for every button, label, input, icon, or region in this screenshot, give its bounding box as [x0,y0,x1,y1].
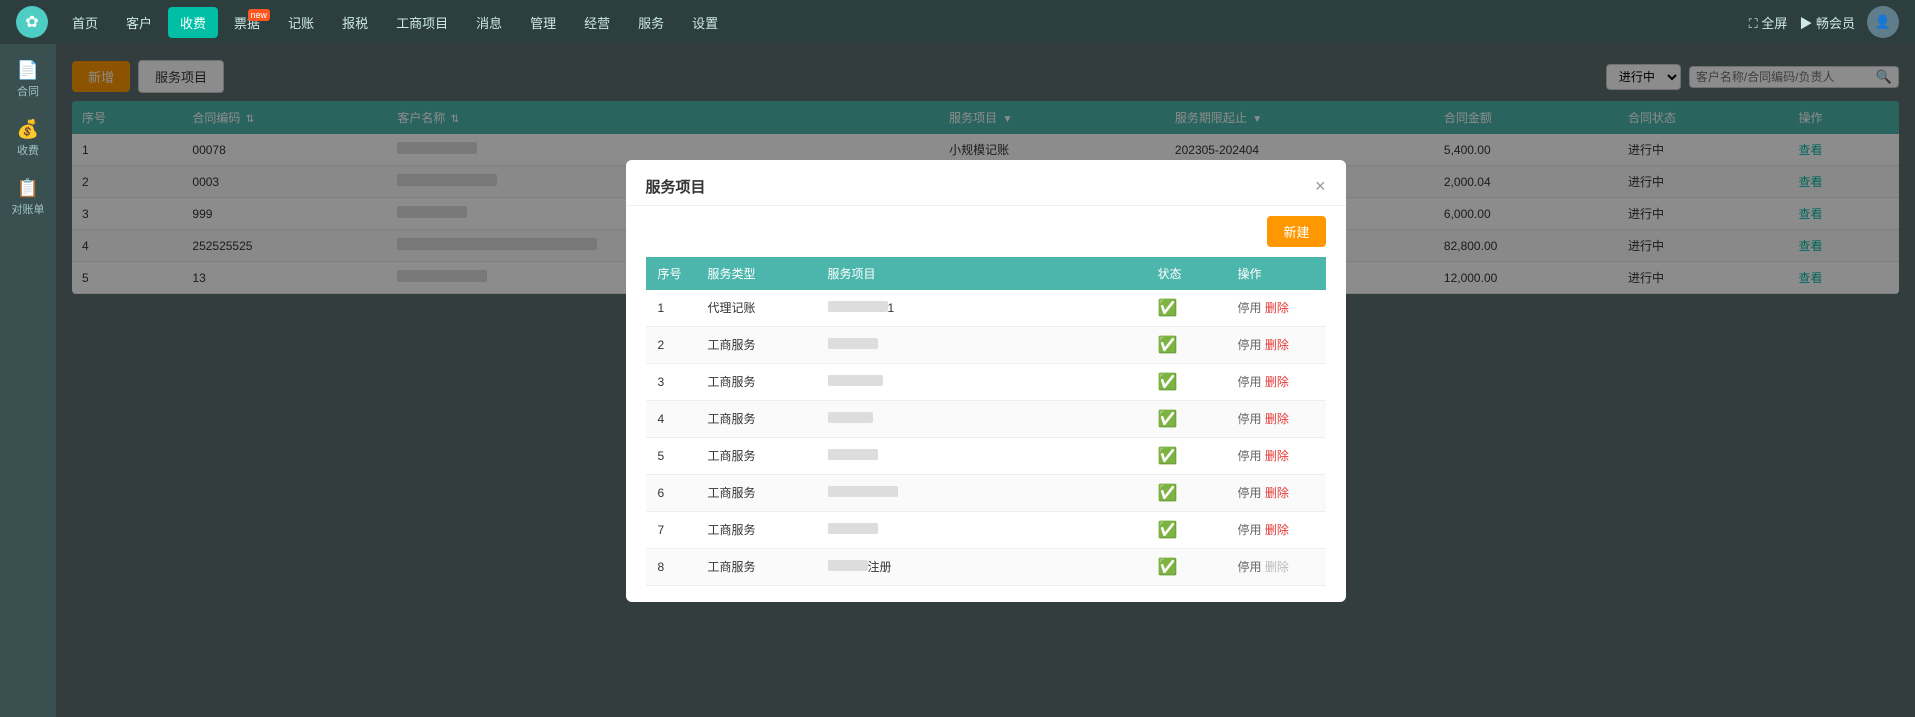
stop-btn[interactable]: 停用 [1238,484,1262,501]
status-check-icon: ✅ [1158,374,1178,391]
sidebar-label-reconcile: 对账单 [12,201,45,217]
nav-manage[interactable]: 管理 [518,7,568,38]
sidebar-item-contract[interactable]: 📄 合同 [2,52,54,107]
stop-btn[interactable]: 停用 [1238,410,1262,427]
nav-settings[interactable]: 设置 [680,7,730,38]
modal-table: 序号 服务类型 服务项目 状态 操作 1 代理记账 1 ✅ 停用 [646,257,1326,586]
nav-tax[interactable]: 报税 [330,7,380,38]
modal-col-action: 操作 [1226,257,1326,290]
delete-btn[interactable]: 删除 [1265,299,1289,316]
contract-icon: 📄 [17,60,39,81]
delete-btn[interactable]: 删除 [1265,373,1289,390]
modal-header: 服务项目 × [626,160,1346,206]
modal-table-row: 2 工商服务 ✅ 停用 删除 [646,326,1326,363]
delete-btn[interactable]: 删除 [1265,521,1289,538]
stop-btn[interactable]: 停用 [1238,336,1262,353]
modal-toolbar: 新建 [626,206,1346,257]
status-check-icon: ✅ [1158,559,1178,576]
user-avatar[interactable]: 👤 [1867,6,1899,38]
modal-table-row: 6 工商服务 ✅ 停用 删除 [646,474,1326,511]
delete-btn[interactable]: 删除 [1265,484,1289,501]
fullscreen-btn[interactable]: ⛶ 全屏 [1749,13,1788,32]
modal-table-row: 8 工商服务 注册 ✅ 停用 删除 [646,548,1326,585]
modal-table-row: 1 代理记账 1 ✅ 停用 删除 [646,290,1326,327]
modal-title: 服务项目 [646,176,706,197]
nav-invoice[interactable]: 票据 new [222,7,272,38]
app-logo: ✿ [16,6,48,38]
billing-icon: 💰 [17,119,39,140]
status-check-icon: ✅ [1158,485,1178,502]
service-modal: 服务项目 × 新建 序号 服务类型 服务项目 状态 操作 [626,160,1346,602]
reconcile-icon: 📋 [17,178,39,199]
modal-table-row: 7 工商服务 ✅ 停用 删除 [646,511,1326,548]
modal-overlay: 服务项目 × 新建 序号 服务类型 服务项目 状态 操作 [56,44,1915,717]
stop-btn[interactable]: 停用 [1238,373,1262,390]
delete-btn[interactable]: 删除 [1265,447,1289,464]
sidebar-item-billing[interactable]: 💰 收费 [2,111,54,166]
modal-table-row: 5 工商服务 ✅ 停用 删除 [646,437,1326,474]
modal-table-row: 4 工商服务 ✅ 停用 删除 [646,400,1326,437]
nav-service[interactable]: 服务 [626,7,676,38]
nav-customer[interactable]: 客户 [114,7,164,38]
modal-col-status: 状态 [1146,257,1226,290]
sidebar-item-reconcile[interactable]: 📋 对账单 [2,170,54,225]
modal-col-item: 服务项目 [816,257,1146,290]
modal-body: 序号 服务类型 服务项目 状态 操作 1 代理记账 1 ✅ 停用 [626,257,1346,602]
nav-operation[interactable]: 经营 [572,7,622,38]
nav-right: ⛶ 全屏 ▶ 畅会员 👤 [1749,6,1899,38]
stop-btn[interactable]: 停用 [1238,521,1262,538]
modal-close-btn[interactable]: × [1315,176,1326,197]
stop-btn[interactable]: 停用 [1238,558,1262,575]
stop-btn[interactable]: 停用 [1238,299,1262,316]
modal-col-type: 服务类型 [696,257,816,290]
status-check-icon: ✅ [1158,522,1178,539]
new-badge: new [248,9,271,21]
delete-btn[interactable]: 删除 [1265,410,1289,427]
top-nav: ✿ 首页 客户 收费 票据 new 记账 报税 工商项目 消息 管理 经营 服务… [0,0,1915,44]
status-check-icon: ✅ [1158,337,1178,354]
member-btn[interactable]: ▶ 畅会员 [1799,13,1855,32]
nav-billing[interactable]: 收费 [168,7,218,38]
modal-table-row: 3 工商服务 ✅ 停用 删除 [646,363,1326,400]
nav-bookkeeping[interactable]: 记账 [276,7,326,38]
delete-btn[interactable]: 删除 [1265,336,1289,353]
status-check-icon: ✅ [1158,300,1178,317]
delete-btn[interactable]: 删除 [1265,558,1289,575]
nav-home[interactable]: 首页 [60,7,110,38]
sidebar-label-billing: 收费 [17,142,39,158]
modal-new-btn[interactable]: 新建 [1267,216,1325,247]
nav-message[interactable]: 消息 [464,7,514,38]
nav-bizproject[interactable]: 工商项目 [384,7,460,38]
sidebar-label-contract: 合同 [17,83,39,99]
modal-col-seq: 序号 [646,257,696,290]
left-sidebar: 📄 合同 💰 收费 📋 对账单 [0,44,56,717]
status-check-icon: ✅ [1158,411,1178,428]
status-check-icon: ✅ [1158,448,1178,465]
stop-btn[interactable]: 停用 [1238,447,1262,464]
